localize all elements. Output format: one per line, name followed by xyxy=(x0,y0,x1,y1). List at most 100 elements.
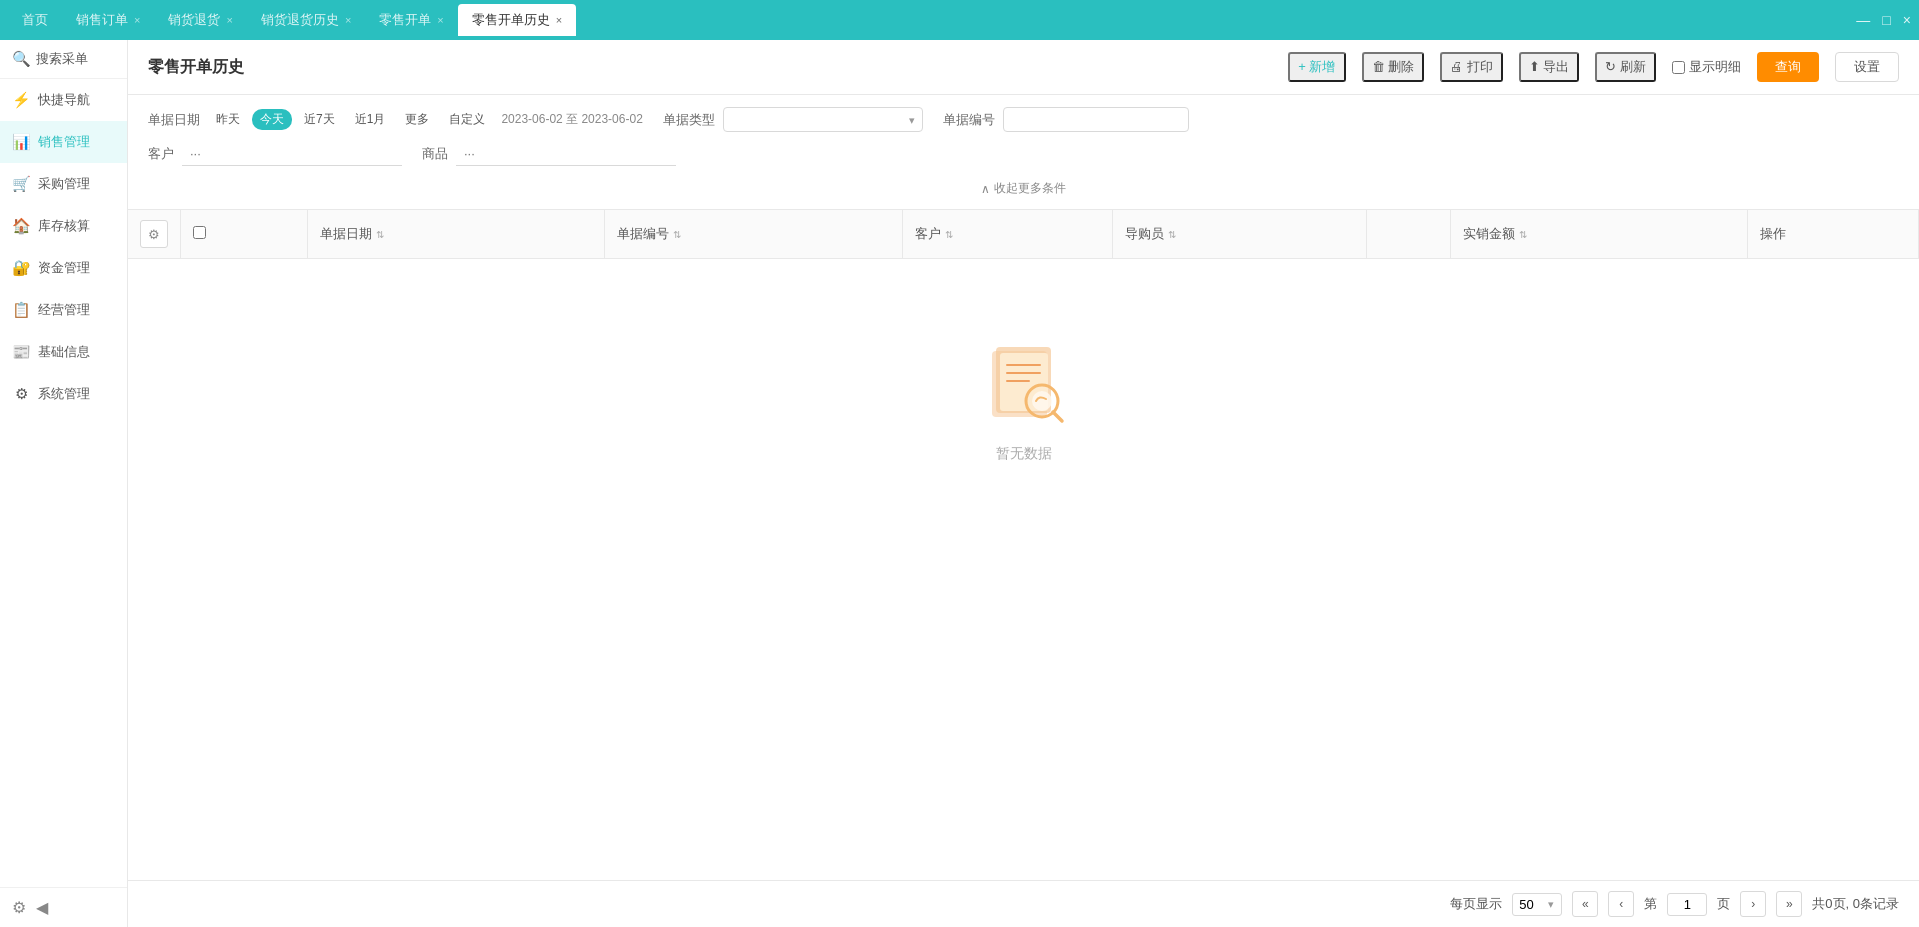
tab-bar: 首页 销售订单 × 销货退货 × 销货退货历史 × 零售开单 × 零售开单历史 … xyxy=(0,0,1919,40)
total-info: 共0页, 0条记录 xyxy=(1812,895,1899,913)
sys-mgmt-icon: ⚙ xyxy=(12,385,30,403)
collapse-row: ∧ 收起更多条件 xyxy=(148,176,1899,201)
filter-row-1: 单据日期 昨天 今天 近7天 近1月 更多 自定义 2023-06-02 至 2… xyxy=(148,107,1899,132)
setting-button[interactable]: 设置 xyxy=(1835,52,1899,82)
page-size-select[interactable]: 50 100 xyxy=(1512,893,1562,916)
tab-retail-open[interactable]: 零售开单 × xyxy=(365,4,457,36)
th-action: 操作 xyxy=(1748,210,1919,259)
tab-close-sales-return[interactable]: × xyxy=(226,15,232,26)
th-customer[interactable]: 客户 ⇅ xyxy=(902,210,1113,259)
export-button[interactable]: ⬆ 导出 xyxy=(1519,52,1580,82)
page-num-input[interactable]: 1 xyxy=(1667,893,1707,916)
tab-close-retail-open[interactable]: × xyxy=(437,15,443,26)
tab-home[interactable]: 首页 xyxy=(8,4,62,36)
sidebar-bottom: ⚙ ◀ xyxy=(0,887,127,927)
select-all-checkbox[interactable] xyxy=(193,226,206,239)
sidebar-item-sys-mgmt[interactable]: ⚙ 系统管理 xyxy=(0,373,127,415)
maximize-btn[interactable]: □ xyxy=(1882,12,1890,28)
bottom-settings-icon[interactable]: ⚙ xyxy=(12,898,26,917)
sort-icon-guide: ⇅ xyxy=(1168,229,1176,240)
print-button[interactable]: 🖨 打印 xyxy=(1440,52,1503,82)
sidebar-item-finance[interactable]: 🔐 资金管理 xyxy=(0,247,127,289)
table-header: ⚙ 单据日期 ⇅ 单据编号 xyxy=(128,210,1919,259)
th-sort-customer[interactable]: 客户 ⇅ xyxy=(915,225,1101,243)
bottom-collapse-icon[interactable]: ◀ xyxy=(36,898,48,917)
sort-icon-doc-date: ⇅ xyxy=(376,229,384,240)
page-size-label: 每页显示 xyxy=(1450,895,1502,913)
sales-mgmt-icon: 📊 xyxy=(12,133,30,151)
sidebar-item-sales-mgmt[interactable]: 📊 销售管理 xyxy=(0,121,127,163)
th-checkbox[interactable] xyxy=(181,210,308,259)
date-btn-custom[interactable]: 自定义 xyxy=(441,109,493,130)
th-actual-amount[interactable]: 实销金额 ⇅ xyxy=(1451,210,1748,259)
table-settings-icon[interactable]: ⚙ xyxy=(140,220,168,248)
th-sort-actual-amount[interactable]: 实销金额 ⇅ xyxy=(1463,225,1735,243)
date-btn-yesterday[interactable]: 昨天 xyxy=(208,109,248,130)
doc-type-select[interactable] xyxy=(723,107,923,132)
sidebar: 🔍 搜索采单 ⚡ 快捷导航 📊 销售管理 🛒 采购管理 🏠 库存核算 🔐 资金管… xyxy=(0,40,128,927)
refresh-button[interactable]: ↻ 刷新 xyxy=(1595,52,1656,82)
sidebar-item-base-info[interactable]: 📰 基础信息 xyxy=(0,331,127,373)
tab-sales-return-history[interactable]: 销货退货历史 × xyxy=(247,4,365,36)
minimize-btn[interactable]: — xyxy=(1856,12,1870,28)
tab-sales-return[interactable]: 销货退货 × xyxy=(154,4,246,36)
sort-icon-actual-amount: ⇅ xyxy=(1519,229,1527,240)
delete-button[interactable]: 🗑 删除 xyxy=(1362,52,1425,82)
ops-mgmt-icon: 📋 xyxy=(12,301,30,319)
finance-icon: 🔐 xyxy=(12,259,30,277)
th-sort-guide[interactable]: 导购员 ⇅ xyxy=(1125,225,1354,243)
add-button[interactable]: + 新增 xyxy=(1288,52,1345,82)
query-button[interactable]: 查询 xyxy=(1757,52,1819,82)
filter-product: 商品 xyxy=(422,142,676,166)
window-controls: — □ × xyxy=(1856,12,1911,28)
search-icon: 🔍 xyxy=(12,50,30,68)
customer-label: 客户 xyxy=(148,145,174,163)
filter-date: 单据日期 昨天 今天 近7天 近1月 更多 自定义 2023-06-02 至 2… xyxy=(148,109,643,130)
collapse-icon: ∧ xyxy=(981,182,990,196)
collapse-label: 收起更多条件 xyxy=(994,180,1066,197)
date-btn-more[interactable]: 更多 xyxy=(397,109,437,130)
filter-customer: 客户 xyxy=(148,142,402,166)
doc-num-input[interactable] xyxy=(1003,107,1189,132)
sidebar-item-quick-nav[interactable]: ⚡ 快捷导航 xyxy=(0,79,127,121)
th-sort-doc-date[interactable]: 单据日期 ⇅ xyxy=(320,225,592,243)
close-btn[interactable]: × xyxy=(1903,12,1911,28)
date-btn-1month[interactable]: 近1月 xyxy=(347,109,394,130)
th-sort-doc-num[interactable]: 单据编号 ⇅ xyxy=(617,225,889,243)
quick-nav-icon: ⚡ xyxy=(12,91,30,109)
next-page-btn[interactable]: › xyxy=(1740,891,1766,917)
page-label-pre: 第 xyxy=(1644,895,1657,913)
collapse-btn[interactable]: ∧ 收起更多条件 xyxy=(981,176,1066,201)
tab-close-sales-return-history[interactable]: × xyxy=(345,15,351,26)
tab-close-retail-open-history[interactable]: × xyxy=(556,15,562,26)
th-settings[interactable]: ⚙ xyxy=(128,210,181,259)
filter-doc-type: 单据类型 xyxy=(663,107,923,132)
product-input[interactable] xyxy=(456,142,676,166)
date-btns: 昨天 今天 近7天 近1月 更多 自定义 xyxy=(208,109,493,130)
date-btn-today[interactable]: 今天 xyxy=(252,109,292,130)
toolbar: + 新增 🗑 删除 🖨 打印 ⬆ 导出 ↻ 刷新 显示明细 查询 设置 xyxy=(1288,52,1899,82)
inventory-icon: 🏠 xyxy=(12,217,30,235)
filter-area: 单据日期 昨天 今天 近7天 近1月 更多 自定义 2023-06-02 至 2… xyxy=(128,95,1919,210)
sidebar-search[interactable]: 🔍 搜索采单 xyxy=(0,40,127,79)
customer-input[interactable] xyxy=(182,142,402,166)
filter-doc-num: 单据编号 xyxy=(943,107,1189,132)
th-doc-num[interactable]: 单据编号 ⇅ xyxy=(605,210,902,259)
prev-page-btn[interactable]: ‹ xyxy=(1608,891,1634,917)
show-detail-check[interactable] xyxy=(1672,61,1685,74)
th-doc-date[interactable]: 单据日期 ⇅ xyxy=(308,210,605,259)
tab-retail-open-history[interactable]: 零售开单历史 × xyxy=(458,4,576,36)
sidebar-item-purchase-mgmt[interactable]: 🛒 采购管理 xyxy=(0,163,127,205)
last-page-btn[interactable]: » xyxy=(1776,891,1802,917)
tab-sales-order[interactable]: 销售订单 × xyxy=(62,4,154,36)
empty-icon xyxy=(974,339,1074,429)
first-page-btn[interactable]: « xyxy=(1572,891,1598,917)
sidebar-item-ops-mgmt[interactable]: 📋 经营管理 xyxy=(0,289,127,331)
sort-icon-customer: ⇅ xyxy=(945,229,953,240)
date-btn-7days[interactable]: 近7天 xyxy=(296,109,343,130)
show-detail-checkbox[interactable]: 显示明细 xyxy=(1672,58,1741,76)
th-guide[interactable]: 导购员 ⇅ xyxy=(1113,210,1367,259)
tab-close-sales-order[interactable]: × xyxy=(134,15,140,26)
date-range: 2023-06-02 至 2023-06-02 xyxy=(501,111,642,128)
sidebar-item-inventory[interactable]: 🏠 库存核算 xyxy=(0,205,127,247)
